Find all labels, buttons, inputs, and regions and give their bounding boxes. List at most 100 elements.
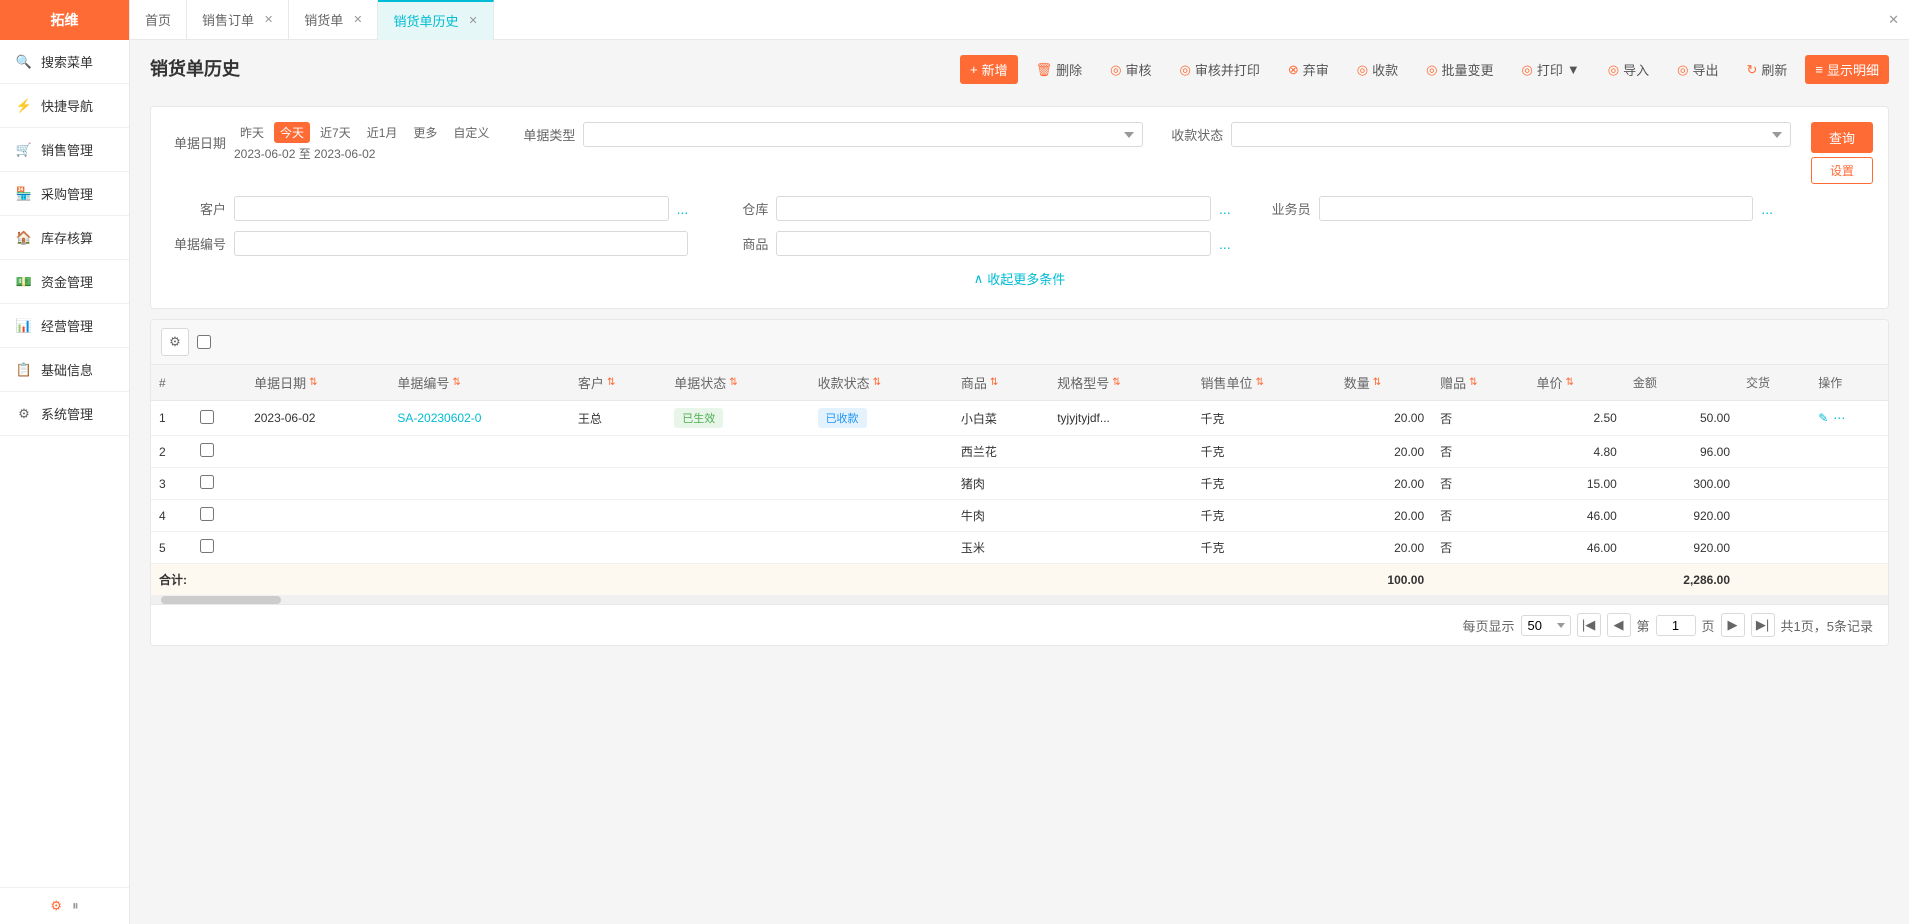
cell-doc-no[interactable] <box>389 500 570 532</box>
row-checkbox[interactable] <box>200 539 214 553</box>
date-tab-1month[interactable]: 近1月 <box>361 122 404 143</box>
add-button[interactable]: + 新增 <box>960 55 1018 84</box>
cell-doc-no[interactable]: SA-20230602-0 <box>389 401 570 436</box>
row-checkbox[interactable] <box>200 475 214 489</box>
print-button[interactable]: ◎ 打印 ▼ <box>1512 55 1590 84</box>
sidebar-item-operations[interactable]: 📊 经营管理 <box>0 304 129 348</box>
unit-price-sort-icon[interactable]: ⇅ <box>1566 377 1574 388</box>
customer-sort-icon[interactable]: ⇅ <box>607 377 615 388</box>
date-tab-more[interactable]: 更多 <box>407 122 443 143</box>
doc-type-select[interactable] <box>583 122 1143 147</box>
cell-doc-no[interactable] <box>389 436 570 468</box>
last-page-button[interactable]: ▶| <box>1751 613 1775 637</box>
sidebar-item-inventory[interactable]: 🏠 库存核算 <box>0 216 129 260</box>
abandon-button[interactable]: ⊗ 弃审 <box>1278 55 1339 84</box>
edit-action-button[interactable]: ✎ <box>1818 411 1828 425</box>
tab-sales-delivery-history-close[interactable]: ✕ <box>469 14 478 27</box>
th-goods[interactable]: 商品 ⇅ <box>953 365 1049 401</box>
sidebar-item-purchase[interactable]: 🏪 采购管理 <box>0 172 129 216</box>
select-all-checkbox[interactable] <box>197 335 211 349</box>
sidebar-item-search[interactable]: 🔍 搜索菜单 <box>0 40 129 84</box>
date-tab-yesterday[interactable]: 昨天 <box>234 122 270 143</box>
tab-sales-delivery-close[interactable]: ✕ <box>353 13 362 26</box>
cell-checkbox[interactable] <box>192 500 246 532</box>
warehouse-ellipsis[interactable]: ... <box>1219 201 1231 217</box>
cell-checkbox[interactable] <box>192 468 246 500</box>
tab-home[interactable]: 首页 <box>130 0 187 40</box>
row-checkbox[interactable] <box>200 410 214 424</box>
cell-checkbox[interactable] <box>192 401 246 436</box>
warehouse-input[interactable] <box>776 196 1211 221</box>
audit-button[interactable]: ◎ 审核 <box>1100 55 1161 84</box>
th-spec[interactable]: 规格型号 ⇅ <box>1049 365 1192 401</box>
set-button[interactable]: 设置 <box>1811 157 1873 184</box>
date-tab-today[interactable]: 今天 <box>274 122 310 143</box>
close-all-tabs[interactable]: ✕ <box>1878 12 1909 28</box>
staff-input[interactable] <box>1319 196 1754 221</box>
doc-status-sort-icon[interactable]: ⇅ <box>729 377 737 388</box>
payment-status-select[interactable] <box>1231 122 1791 147</box>
th-customer[interactable]: 客户 ⇅ <box>570 365 666 401</box>
goods-ellipsis[interactable]: ... <box>1219 236 1231 252</box>
doc-no-sort-icon[interactable]: ⇅ <box>452 377 460 388</box>
sidebar-item-finance[interactable]: 💵 资金管理 <box>0 260 129 304</box>
cell-checkbox[interactable] <box>192 532 246 564</box>
date-tab-7days[interactable]: 近7天 <box>314 122 357 143</box>
th-doc-no[interactable]: 单据编号 ⇅ <box>389 365 570 401</box>
quantity-sort-icon[interactable]: ⇅ <box>1373 377 1381 388</box>
export-button[interactable]: ◎ 导出 <box>1667 55 1728 84</box>
customer-ellipsis[interactable]: ... <box>677 201 689 217</box>
refresh-button[interactable]: ↻ 刷新 <box>1736 55 1797 84</box>
cell-doc-no[interactable] <box>389 532 570 564</box>
sidebar-item-sales[interactable]: 🛒 销售管理 <box>0 128 129 172</box>
cell-doc-no[interactable] <box>389 468 570 500</box>
more-action-button[interactable]: ⋯ <box>1833 411 1845 425</box>
sidebar-item-quick-nav[interactable]: ⚡ 快捷导航 <box>0 84 129 128</box>
th-payment-status[interactable]: 收款状态 ⇅ <box>810 365 953 401</box>
show-detail-button[interactable]: ≡ 显示明细 <box>1805 55 1889 84</box>
th-doc-status[interactable]: 单据状态 ⇅ <box>666 365 809 401</box>
tab-sales-order-close[interactable]: ✕ <box>264 13 273 26</box>
th-sales-unit[interactable]: 销售单位 ⇅ <box>1192 365 1335 401</box>
audit-print-button[interactable]: ◎ 审核并打印 <box>1170 55 1270 84</box>
receive-button[interactable]: ◎ 收款 <box>1347 55 1408 84</box>
sidebar-bottom-icon1[interactable]: ⚙ <box>50 898 62 914</box>
batch-change-button[interactable]: ◎ 批量变更 <box>1416 55 1503 84</box>
sidebar-bottom-icon2[interactable]: ⏸ <box>72 898 79 914</box>
gift-sort-icon[interactable]: ⇅ <box>1469 377 1477 388</box>
th-quantity[interactable]: 数量 ⇅ <box>1336 365 1432 401</box>
th-gift[interactable]: 赠品 ⇅ <box>1432 365 1528 401</box>
row-checkbox[interactable] <box>200 507 214 521</box>
delete-button[interactable]: 🗑 删除 <box>1026 55 1093 84</box>
customer-input[interactable] <box>234 196 669 221</box>
sidebar-item-system[interactable]: ⚙ 系统管理 <box>0 392 129 436</box>
sales-unit-sort-icon[interactable]: ⇅ <box>1256 377 1264 388</box>
first-page-button[interactable]: |◀ <box>1577 613 1601 637</box>
doc-no-input[interactable] <box>234 231 688 256</box>
th-doc-date[interactable]: 单据日期 ⇅ <box>246 365 389 401</box>
tab-sales-order[interactable]: 销售订单 ✕ <box>187 0 289 40</box>
collapse-filter[interactable]: ∧ 收起更多条件 <box>166 264 1873 293</box>
date-tab-custom[interactable]: 自定义 <box>447 122 495 143</box>
tab-sales-delivery-history[interactable]: 销货单历史 ✕ <box>378 0 493 40</box>
goods-sort-icon[interactable]: ⇅ <box>990 377 998 388</box>
payment-status-sort-icon[interactable]: ⇅ <box>873 377 881 388</box>
query-button[interactable]: 查询 <box>1811 122 1873 153</box>
goods-input[interactable] <box>776 231 1211 256</box>
tab-sales-delivery[interactable]: 销货单 ✕ <box>289 0 378 40</box>
staff-ellipsis[interactable]: ... <box>1761 201 1773 217</box>
row-checkbox[interactable] <box>200 443 214 457</box>
spec-sort-icon[interactable]: ⇅ <box>1112 377 1120 388</box>
page-number-input[interactable] <box>1656 615 1696 636</box>
scrollbar-thumb[interactable] <box>161 596 281 604</box>
sidebar-item-basic-info[interactable]: 📋 基础信息 <box>0 348 129 392</box>
import-button[interactable]: ◎ 导入 <box>1598 55 1659 84</box>
prev-page-button[interactable]: ◀ <box>1607 613 1631 637</box>
cell-checkbox[interactable] <box>192 436 246 468</box>
th-unit-price[interactable]: 单价 ⇅ <box>1528 365 1624 401</box>
table-settings-button[interactable]: ⚙ <box>161 328 189 356</box>
doc-date-sort-icon[interactable]: ⇅ <box>309 377 317 388</box>
per-page-select[interactable]: 50 100 <box>1521 615 1571 636</box>
horizontal-scrollbar[interactable] <box>151 596 1888 604</box>
next-page-button[interactable]: ▶ <box>1721 613 1745 637</box>
